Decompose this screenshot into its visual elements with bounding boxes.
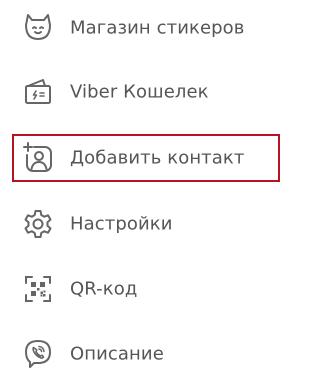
menu-item-label: Описание	[70, 343, 164, 365]
menu-item-viber-wallet[interactable]: Viber Кошелек	[0, 67, 300, 117]
menu-item-description[interactable]: Описание	[0, 329, 300, 379]
menu-item-sticker-store[interactable]: Магазин стикеров	[0, 3, 300, 53]
settings-gear-icon	[20, 206, 56, 242]
sticker-bear-icon	[20, 10, 56, 46]
menu-item-label: Настройки	[70, 213, 173, 235]
menu-item-settings[interactable]: Настройки	[0, 199, 300, 249]
menu-item-qr-code[interactable]: QR-код	[0, 264, 300, 314]
side-menu: Магазин стикеров Viber Кошелек Добавить …	[0, 0, 300, 375]
wallet-icon	[20, 74, 56, 110]
menu-item-label: Магазин стикеров	[70, 17, 245, 39]
qr-code-icon	[20, 271, 56, 307]
menu-item-label: Добавить контакт	[70, 147, 245, 169]
viber-logo-icon	[20, 336, 56, 372]
add-contact-icon	[20, 140, 56, 176]
menu-item-add-contact[interactable]: Добавить контакт	[0, 133, 300, 183]
menu-item-label: Viber Кошелек	[70, 81, 209, 103]
menu-item-label: QR-код	[70, 278, 138, 300]
